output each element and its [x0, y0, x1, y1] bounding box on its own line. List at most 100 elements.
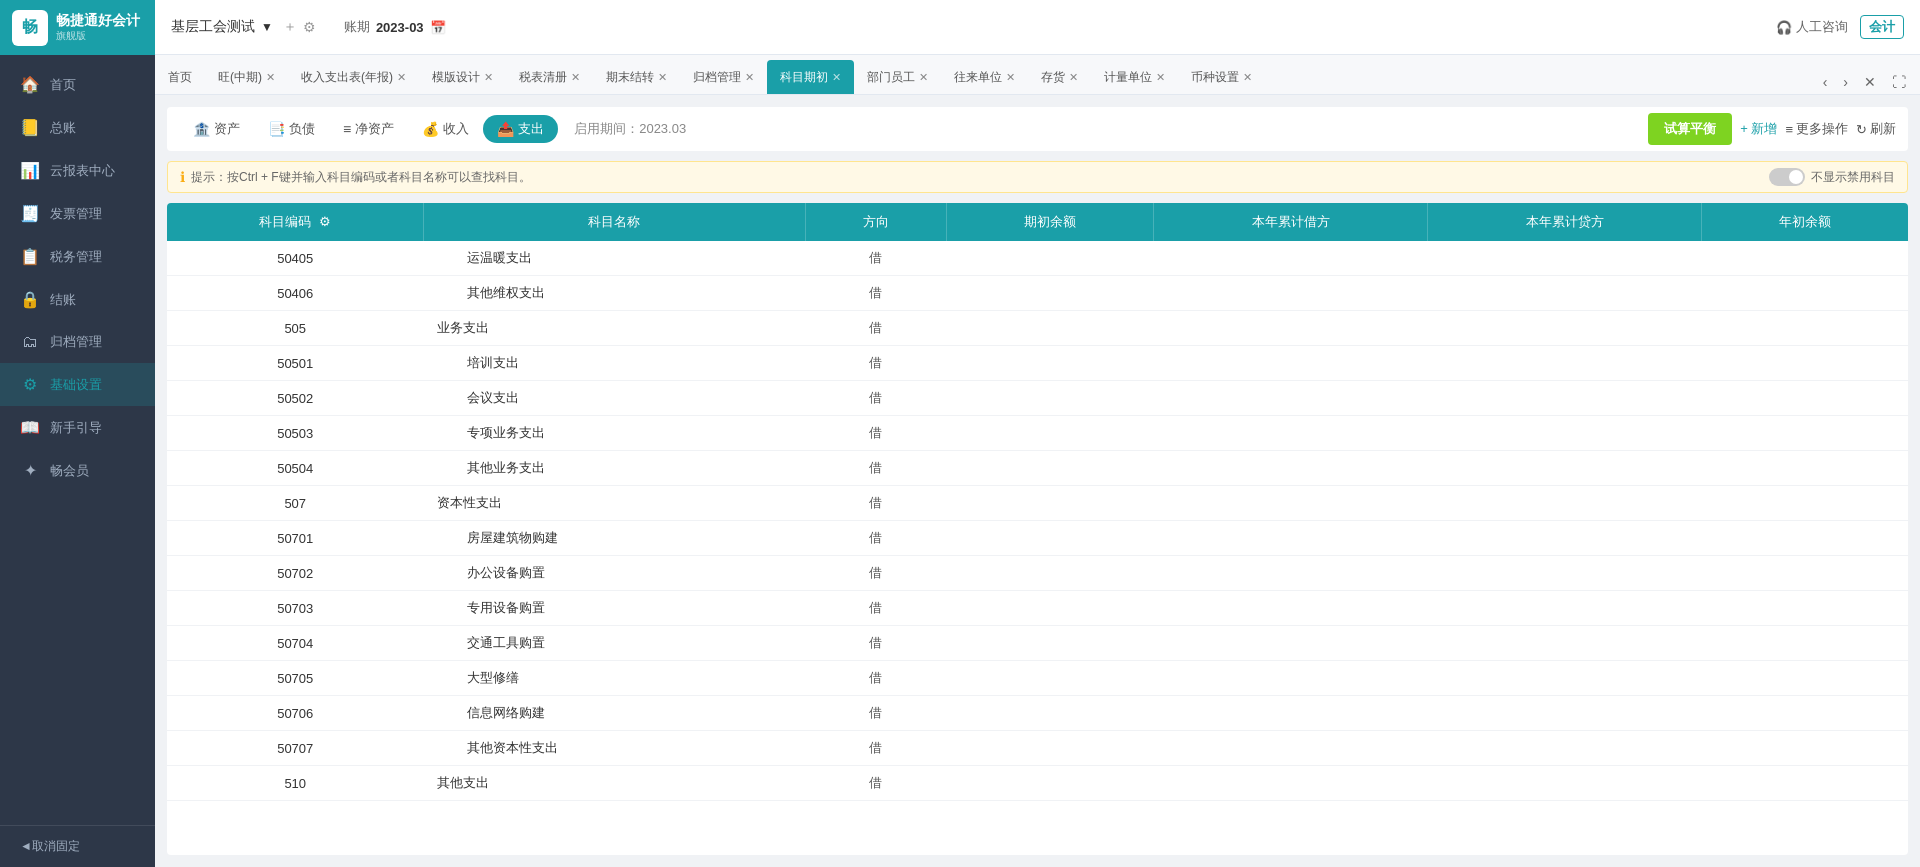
balance-btn[interactable]: 试算平衡 [1648, 113, 1732, 145]
chevron-down-icon[interactable]: ▼ [261, 20, 273, 34]
sidebar-item-invoice[interactable]: 🧾 发票管理 [0, 192, 155, 235]
sidebar-item-close[interactable]: 🔒 结账 [0, 278, 155, 321]
tab-close-dept[interactable]: ✕ [919, 71, 928, 84]
tab-template[interactable]: 模版设计✕ [419, 60, 506, 94]
support-btn[interactable]: 🎧 人工咨询 [1776, 18, 1848, 36]
sidebar-item-tax[interactable]: 📋 税务管理 [0, 235, 155, 278]
add-btn[interactable]: + 新增 [1740, 120, 1777, 138]
tab-close-subject_init[interactable]: ✕ [832, 71, 841, 84]
cell-name: 运温暖支出 [423, 241, 805, 276]
tab-archive[interactable]: 归档管理✕ [680, 60, 767, 94]
cell-opening [946, 311, 1153, 346]
table-row[interactable]: 50707 其他资本性支出 借 [167, 731, 1908, 766]
tab-home[interactable]: 首页 [155, 60, 205, 94]
role-badge[interactable]: 会计 [1860, 15, 1904, 39]
table-row[interactable]: 50504 其他业务支出 借 [167, 451, 1908, 486]
settings-icon[interactable]: ⚙ [303, 19, 316, 35]
tab-close-period_end[interactable]: ✕ [658, 71, 667, 84]
tab-controls: ‹ › ✕ ⛶ [1817, 70, 1920, 94]
table-row[interactable]: 50705 大型修缮 借 [167, 661, 1908, 696]
liability-filter-icon: 📑 [268, 121, 285, 137]
table-row[interactable]: 507 资本性支出 借 [167, 486, 1908, 521]
tab-subject_init[interactable]: 科目期初 ✕ [767, 60, 854, 94]
tab-partner[interactable]: 往来单位✕ [941, 60, 1028, 94]
table-row[interactable]: 50703 专用设备购置 借 [167, 591, 1908, 626]
sidebar-item-guide[interactable]: 📖 新手引导 [0, 406, 155, 449]
table-row[interactable]: 510 其他支出 借 [167, 766, 1908, 801]
filter-tab-income[interactable]: 💰 收入 [408, 115, 483, 143]
tab-close-unit[interactable]: ✕ [1156, 71, 1165, 84]
filter-tab-asset[interactable]: 🏦 资产 [179, 115, 254, 143]
filter-period: 启用期间：2023.03 [574, 120, 686, 138]
table-row[interactable]: 50701 房屋建筑物购建 借 [167, 521, 1908, 556]
table-wrap[interactable]: 科目编码 ⚙ 科目名称 方向 期初余额 本年累计借方 本年累计贷方 年初余额 [167, 203, 1908, 855]
table-row[interactable]: 50706 信息网络购建 借 [167, 696, 1908, 731]
cell-ytd-credit [1428, 731, 1702, 766]
filter-tab-net_asset[interactable]: ≡ 净资产 [329, 115, 408, 143]
sidebar-item-archive[interactable]: 🗂 归档管理 [0, 321, 155, 363]
tab-scroll-left[interactable]: ‹ [1817, 70, 1834, 94]
topbar: 基层工会测试 ▼ ＋ ⚙ 账期 2023-03 📅 🎧 人工咨询 会计 [155, 0, 1920, 55]
calendar-icon[interactable]: 📅 [430, 20, 446, 35]
tab-income[interactable]: 收入支出表(年报)✕ [288, 60, 419, 94]
disable-toggle[interactable] [1769, 168, 1805, 186]
filter-tab-label-expenditure: 支出 [518, 120, 544, 138]
cell-opening [946, 241, 1153, 276]
project-selector[interactable]: 基层工会测试 ▼ ＋ ⚙ [171, 18, 316, 36]
table-row[interactable]: 50704 交通工具购置 借 [167, 626, 1908, 661]
tab-scroll-right[interactable]: › [1837, 70, 1854, 94]
sidebar-item-settings[interactable]: ⚙ 基础设置 [0, 363, 155, 406]
tab-tax[interactable]: 税表清册✕ [506, 60, 593, 94]
table-row[interactable]: 50702 办公设备购置 借 [167, 556, 1908, 591]
cell-name: 业务支出 [423, 311, 805, 346]
table-row[interactable]: 50502 会议支出 借 [167, 381, 1908, 416]
tab-close-template[interactable]: ✕ [484, 71, 493, 84]
sidebar-label-guide: 新手引导 [50, 419, 102, 437]
filter-tab-liability[interactable]: 📑 负债 [254, 115, 329, 143]
cell-ytd-credit [1428, 626, 1702, 661]
table-row[interactable]: 50501 培训支出 借 [167, 346, 1908, 381]
tab-inventory[interactable]: 存货✕ [1028, 60, 1091, 94]
settings-col-icon[interactable]: ⚙ [319, 214, 331, 229]
sidebar-item-reports[interactable]: 📊 云报表中心 [0, 149, 155, 192]
cell-ytd-debit [1154, 731, 1428, 766]
cell-dir: 借 [805, 521, 946, 556]
tab-dept[interactable]: 部门员工✕ [854, 60, 941, 94]
more-btn[interactable]: ≡ 更多操作 [1785, 120, 1848, 138]
tab-period[interactable]: 旺(中期) ✕ [205, 60, 288, 94]
tab-unit[interactable]: 计量单位✕ [1091, 60, 1178, 94]
tab-close-currency[interactable]: ✕ [1243, 71, 1252, 84]
cell-year-opening [1702, 696, 1908, 731]
filter-tab-label-liability: 负债 [289, 120, 315, 138]
vip-icon: ✦ [20, 461, 40, 480]
sidebar-item-home[interactable]: 🏠 首页 [0, 63, 155, 106]
tab-label-period: 旺(中期) [218, 69, 262, 86]
add-icon[interactable]: ＋ [283, 18, 297, 36]
cell-code: 505 [167, 311, 423, 346]
cell-code: 50501 [167, 346, 423, 381]
cell-ytd-debit [1154, 276, 1428, 311]
tab-close-archive[interactable]: ✕ [745, 71, 754, 84]
table-row[interactable]: 50406 其他维权支出 借 [167, 276, 1908, 311]
table-row[interactable]: 50503 专项业务支出 借 [167, 416, 1908, 451]
table-row[interactable]: 50405 运温暖支出 借 [167, 241, 1908, 276]
tab-close-inventory[interactable]: ✕ [1069, 71, 1078, 84]
tab-close-all[interactable]: ✕ [1858, 70, 1882, 94]
tab-close-partner[interactable]: ✕ [1006, 71, 1015, 84]
net_asset-filter-icon: ≡ [343, 121, 351, 137]
tab-close-income[interactable]: ✕ [397, 71, 406, 84]
filter-tab-expenditure[interactable]: 📤 支出 [483, 115, 558, 143]
tab-label-subject_init: 科目期初 [780, 69, 828, 86]
table-row[interactable]: 505 业务支出 借 [167, 311, 1908, 346]
sidebar-item-vip[interactable]: ✦ 畅会员 [0, 449, 155, 492]
tab-period_end[interactable]: 期末结转✕ [593, 60, 680, 94]
sidebar-item-ledger[interactable]: 📒 总账 [0, 106, 155, 149]
tab-close-period[interactable]: ✕ [266, 71, 275, 84]
sidebar-footer[interactable]: ◄取消固定 [0, 825, 155, 867]
tab-expand[interactable]: ⛶ [1886, 70, 1912, 94]
refresh-btn[interactable]: ↻ 刷新 [1856, 120, 1896, 138]
cell-dir: 借 [805, 556, 946, 591]
tab-close-tax[interactable]: ✕ [571, 71, 580, 84]
tab-currency[interactable]: 币种设置✕ [1178, 60, 1265, 94]
expenditure-filter-icon: 📤 [497, 121, 514, 137]
